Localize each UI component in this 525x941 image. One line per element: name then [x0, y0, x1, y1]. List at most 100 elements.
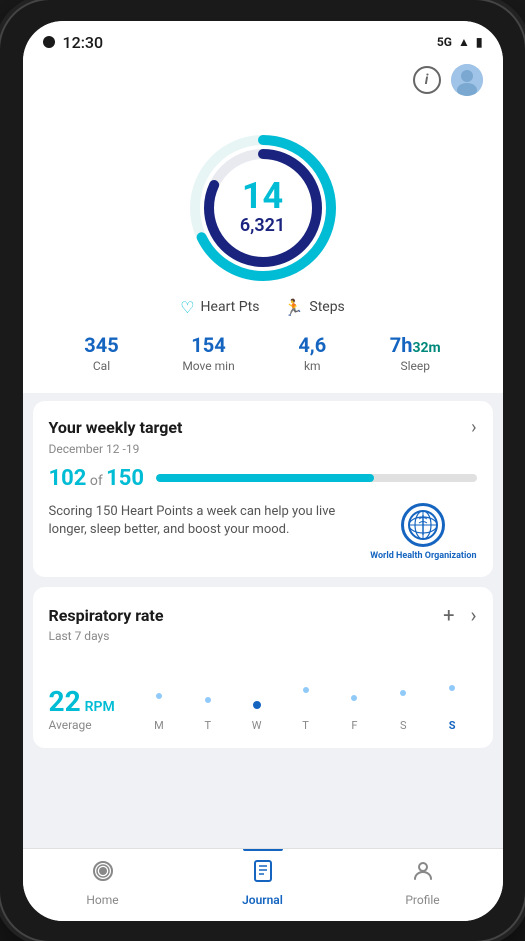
progress-bar-bg	[156, 474, 476, 482]
weekly-content: Scoring 150 Heart Points a week can help…	[49, 503, 477, 562]
chart-dots	[135, 655, 477, 715]
chart-label-m: M	[135, 719, 184, 732]
home-icon	[91, 859, 115, 889]
dot-s2	[449, 685, 455, 691]
add-respiratory-button[interactable]: +	[443, 603, 454, 627]
dot-t1	[205, 697, 211, 703]
chart-col-s2	[428, 655, 477, 715]
ring-center: 14 6,321	[240, 178, 285, 237]
status-right: 5G ▲ ▮	[437, 35, 483, 49]
phone-screen: 12:30 5G ▲ ▮ i	[23, 21, 503, 921]
steps-icon: 🏃	[283, 298, 303, 317]
respiratory-subtitle: Last 7 days	[49, 629, 477, 643]
nav-journal[interactable]: Journal	[183, 849, 343, 921]
status-time: 12:30	[63, 33, 104, 52]
steps-label: Steps	[309, 299, 344, 315]
weekly-date-range: December 12 -19	[49, 442, 477, 456]
nav-active-indicator	[243, 849, 283, 851]
stats-row: 345 Cal 154 Move min 4,6 km	[43, 333, 483, 373]
battery-icon: ▮	[476, 35, 483, 49]
weekly-target-title: Your weekly target	[49, 418, 183, 437]
status-left: 12:30	[43, 33, 104, 52]
ring-sub-number: 6,321	[240, 214, 285, 237]
chart-col-t1	[183, 655, 232, 715]
weekly-target-card: Your weekly target › December 12 -19 102…	[33, 401, 493, 578]
respiratory-avg-label: Average	[49, 718, 119, 732]
chart-col-s1	[379, 655, 428, 715]
header: i	[23, 60, 503, 108]
chart-col-w	[232, 655, 281, 715]
weekly-target-header: Your weekly target ›	[49, 417, 477, 438]
respiratory-header: Respiratory rate + ›	[49, 603, 477, 627]
wifi-icon: ▲	[458, 35, 470, 49]
top-card: 14 6,321 ♡ Heart Pts 🏃 Steps	[23, 108, 503, 393]
steps-legend: 🏃 Steps	[283, 298, 344, 317]
weekly-progress-row: 102 of 150	[49, 466, 477, 491]
chart-label-s1: S	[379, 719, 428, 732]
status-bar: 12:30 5G ▲ ▮	[23, 21, 503, 60]
nav-home-label: Home	[86, 893, 118, 907]
info-button[interactable]: i	[413, 66, 441, 94]
chart-label-s2: S	[428, 719, 477, 732]
phone-frame: 12:30 5G ▲ ▮ i	[0, 0, 525, 941]
stat-cal-label: Cal	[84, 359, 118, 373]
respiratory-chevron-icon[interactable]: ›	[470, 603, 476, 627]
nav-profile[interactable]: Profile	[343, 849, 503, 921]
stat-cal-value: 345	[84, 333, 118, 357]
nav-journal-label: Journal	[242, 893, 283, 907]
respiratory-chart: M T W T F S S	[135, 655, 477, 732]
chart-label-w: W	[232, 719, 281, 732]
signal-icon: 5G	[437, 35, 452, 49]
profile-icon	[411, 859, 435, 889]
respiratory-body: 22 RPM Average	[49, 655, 477, 732]
ring-container: 14 6,321	[43, 128, 483, 288]
who-circle	[401, 503, 445, 547]
nav-home[interactable]: Home	[23, 849, 183, 921]
dot-m	[156, 693, 162, 699]
chart-col-m	[135, 655, 184, 715]
respiratory-unit: RPM	[85, 699, 115, 715]
respiratory-actions: + ›	[443, 603, 476, 627]
respiratory-value-unit: 22 RPM	[49, 685, 119, 718]
stat-km: 4,6 km	[298, 333, 326, 373]
weekly-score: 102 of 150	[49, 466, 145, 491]
stat-move-value: 154	[182, 333, 234, 357]
bottom-nav: Home Journal	[23, 848, 503, 921]
who-emblem-svg	[405, 507, 441, 543]
respiratory-title: Respiratory rate	[49, 606, 164, 625]
ring-legend: ♡ Heart Pts 🏃 Steps	[43, 298, 483, 317]
respiratory-card: Respiratory rate + › Last 7 days 22 RPM …	[33, 587, 493, 748]
journal-icon	[251, 859, 275, 889]
respiratory-average: 22 RPM Average	[49, 685, 119, 732]
info-icon: i	[425, 72, 429, 88]
stat-km-label: km	[298, 359, 326, 373]
who-name: World Health Organization	[370, 551, 476, 562]
dot-t2	[303, 687, 309, 693]
dot-w	[253, 701, 261, 709]
heart-pts-legend: ♡ Heart Pts	[180, 298, 259, 317]
who-logo: World Health Organization	[370, 503, 476, 562]
chart-label-f: F	[330, 719, 379, 732]
dot-s1	[400, 690, 406, 696]
stat-move: 154 Move min	[182, 333, 234, 373]
stat-sleep-value: 7h32m	[390, 333, 441, 357]
weekly-chevron-icon[interactable]: ›	[471, 417, 476, 438]
stat-sleep-label: Sleep	[390, 359, 441, 373]
chart-col-f	[330, 655, 379, 715]
chart-label-t2: T	[281, 719, 330, 732]
heart-icon: ♡	[180, 298, 194, 317]
stat-km-value: 4,6	[298, 333, 326, 357]
weekly-description: Scoring 150 Heart Points a week can help…	[49, 503, 359, 539]
respiratory-value: 22	[49, 685, 81, 718]
heart-pts-label: Heart Pts	[201, 299, 260, 315]
stat-cal: 345 Cal	[84, 333, 118, 373]
dot-f	[351, 695, 357, 701]
ring-main-number: 14	[240, 178, 285, 214]
chart-col-t2	[281, 655, 330, 715]
chart-labels: M T W T F S S	[135, 719, 477, 732]
camera-dot	[43, 36, 55, 48]
avatar[interactable]	[451, 64, 483, 96]
nav-profile-label: Profile	[405, 893, 439, 907]
stat-sleep: 7h32m Sleep	[390, 333, 441, 373]
scroll-area: 14 6,321 ♡ Heart Pts 🏃 Steps	[23, 108, 503, 848]
